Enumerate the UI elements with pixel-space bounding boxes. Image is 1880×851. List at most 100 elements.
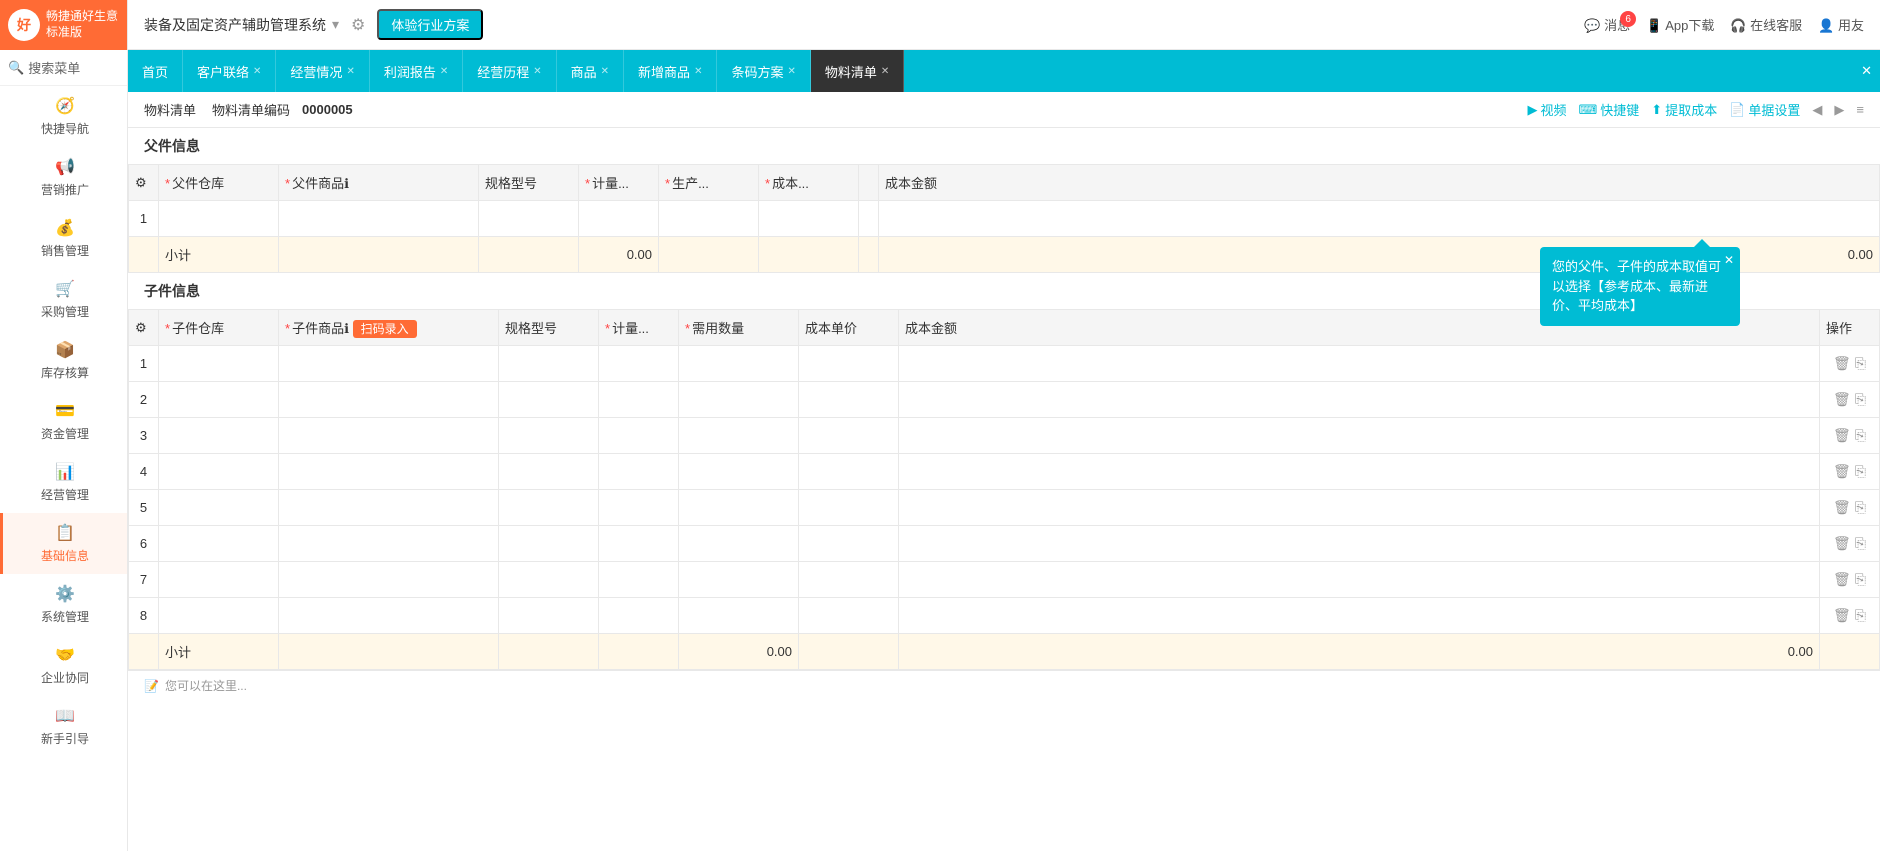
child-row-8-delete-icon[interactable]: 🗑 <box>1833 607 1851 624</box>
child-row-4-unit-price[interactable] <box>799 454 899 490</box>
sidebar-item-purchase[interactable]: 🛒 采购管理 <box>0 269 127 330</box>
scan-button[interactable]: 扫码录入 <box>353 320 417 338</box>
child-row-4-spec[interactable] <box>499 454 599 490</box>
nav-next-icon[interactable]: ▶ <box>1834 102 1844 118</box>
sidebar-item-finance[interactable]: 💳 资金管理 <box>0 391 127 452</box>
close-all-tabs[interactable]: ✕ <box>1853 63 1880 79</box>
child-row-3-copy-icon[interactable]: ⎘ <box>1855 427 1866 444</box>
child-row-4-delete-icon[interactable]: 🗑 <box>1833 463 1851 480</box>
child-row-4-product[interactable] <box>279 454 499 490</box>
breadcrumb-item1[interactable]: 物料清单 <box>144 100 196 119</box>
child-row-2-warehouse[interactable] <box>159 382 279 418</box>
child-row-6-product[interactable] <box>279 526 499 562</box>
child-row-4-qty[interactable] <box>679 454 799 490</box>
video-button[interactable]: ▶ 视频 <box>1527 100 1566 119</box>
tooltip-close-button[interactable]: ✕ <box>1724 251 1734 269</box>
child-row-7-qty[interactable] <box>679 562 799 598</box>
sidebar-item-sales[interactable]: 💰 销售管理 <box>0 208 127 269</box>
tab-goods[interactable]: 商品 ✕ <box>557 50 624 92</box>
tab-customer-close[interactable]: ✕ <box>253 66 261 77</box>
tab-operations[interactable]: 经营情况 ✕ <box>276 50 369 92</box>
child-row-8-unit-price[interactable] <box>799 598 899 634</box>
child-row-7-delete-icon[interactable]: 🗑 <box>1833 571 1851 588</box>
child-row-1-qty[interactable] <box>679 346 799 382</box>
parent-row-1-unit[interactable] <box>579 201 659 237</box>
tab-bom[interactable]: 物料清单 ✕ <box>811 50 904 92</box>
tab-bom-close[interactable]: ✕ <box>881 66 889 77</box>
child-row-3-qty[interactable] <box>679 418 799 454</box>
child-row-8-qty[interactable] <box>679 598 799 634</box>
settings-icon[interactable]: ⚙ <box>351 15 365 35</box>
child-row-4-warehouse[interactable] <box>159 454 279 490</box>
parent-row-1-product[interactable] <box>279 201 479 237</box>
child-row-7-spec[interactable] <box>499 562 599 598</box>
child-row-1-copy-icon[interactable]: ⎘ <box>1855 355 1866 372</box>
tab-new-goods[interactable]: 新增商品 ✕ <box>624 50 717 92</box>
child-row-5-unit-price[interactable] <box>799 490 899 526</box>
grid-view-icon[interactable]: ≡ <box>1856 102 1864 117</box>
parent-row-1-spec[interactable] <box>479 201 579 237</box>
message-button[interactable]: 💬 消息 6 <box>1584 15 1630 34</box>
child-row-5-copy-icon[interactable]: ⎘ <box>1855 499 1866 516</box>
dropdown-arrow-icon[interactable]: ▾ <box>332 16 339 33</box>
child-row-4-copy-icon[interactable]: ⎘ <box>1855 463 1866 480</box>
child-row-5-product[interactable] <box>279 490 499 526</box>
child-row-2-product[interactable] <box>279 382 499 418</box>
child-row-8-spec[interactable] <box>499 598 599 634</box>
parent-row-1-produce[interactable] <box>659 201 759 237</box>
tab-barcode-close[interactable]: ✕ <box>787 66 795 77</box>
child-col-settings[interactable]: ⚙ <box>129 310 159 346</box>
child-row-3-unit-price[interactable] <box>799 418 899 454</box>
child-row-1-unit[interactable] <box>599 346 679 382</box>
tab-new-goods-close[interactable]: ✕ <box>694 66 702 77</box>
child-row-7-unit[interactable] <box>599 562 679 598</box>
child-row-1-product[interactable] <box>279 346 499 382</box>
child-row-8-copy-icon[interactable]: ⎘ <box>1855 607 1866 624</box>
sidebar-item-guide[interactable]: 📖 新手引导 <box>0 696 127 757</box>
child-row-6-qty[interactable] <box>679 526 799 562</box>
child-row-7-unit-price[interactable] <box>799 562 899 598</box>
child-row-1-warehouse[interactable] <box>159 346 279 382</box>
child-row-2-spec[interactable] <box>499 382 599 418</box>
nav-prev-icon[interactable]: ◀ <box>1812 102 1822 118</box>
child-row-3-warehouse[interactable] <box>159 418 279 454</box>
parent-row-1-warehouse[interactable] <box>159 201 279 237</box>
child-row-5-qty[interactable] <box>679 490 799 526</box>
tab-home[interactable]: 首页 <box>128 50 183 92</box>
child-row-7-product[interactable] <box>279 562 499 598</box>
child-row-5-spec[interactable] <box>499 490 599 526</box>
sidebar-item-marketing[interactable]: 📢 营销推广 <box>0 147 127 208</box>
child-row-6-copy-icon[interactable]: ⎘ <box>1855 535 1866 552</box>
child-row-3-delete-icon[interactable]: 🗑 <box>1833 427 1851 444</box>
trial-button[interactable]: 体验行业方案 <box>377 9 483 40</box>
child-row-2-qty[interactable] <box>679 382 799 418</box>
tab-customer[interactable]: 客户联络 ✕ <box>183 50 276 92</box>
sidebar-item-system[interactable]: ⚙️ 系统管理 <box>0 574 127 635</box>
tab-profit-close[interactable]: ✕ <box>440 66 448 77</box>
child-row-8-unit[interactable] <box>599 598 679 634</box>
sidebar-item-shortcut[interactable]: 🧭 快捷导航 <box>0 86 127 147</box>
app-download-button[interactable]: 📱 App下载 <box>1646 15 1714 34</box>
child-row-8-warehouse[interactable] <box>159 598 279 634</box>
child-row-4-unit[interactable] <box>599 454 679 490</box>
tab-goods-close[interactable]: ✕ <box>601 66 609 77</box>
child-row-2-unit-price[interactable] <box>799 382 899 418</box>
sidebar-item-basicinfo[interactable]: 📋 基础信息 <box>0 513 127 574</box>
child-row-1-delete-icon[interactable]: 🗑 <box>1833 355 1851 372</box>
child-row-5-unit[interactable] <box>599 490 679 526</box>
child-row-5-delete-icon[interactable]: 🗑 <box>1833 499 1851 516</box>
child-row-1-unit-price[interactable] <box>799 346 899 382</box>
extract-cost-button[interactable]: ⬆ 提取成本 <box>1651 100 1717 119</box>
child-row-6-unit-price[interactable] <box>799 526 899 562</box>
child-row-6-spec[interactable] <box>499 526 599 562</box>
child-row-7-warehouse[interactable] <box>159 562 279 598</box>
child-row-5-warehouse[interactable] <box>159 490 279 526</box>
tab-history-close[interactable]: ✕ <box>533 66 541 77</box>
tab-profit[interactable]: 利润报告 ✕ <box>370 50 463 92</box>
child-row-6-warehouse[interactable] <box>159 526 279 562</box>
tab-barcode[interactable]: 条码方案 ✕ <box>717 50 810 92</box>
sidebar-item-cooperation[interactable]: 🤝 企业协同 <box>0 635 127 696</box>
user-area[interactable]: 👤 用友 <box>1818 15 1864 34</box>
child-row-6-unit[interactable] <box>599 526 679 562</box>
child-row-3-unit[interactable] <box>599 418 679 454</box>
